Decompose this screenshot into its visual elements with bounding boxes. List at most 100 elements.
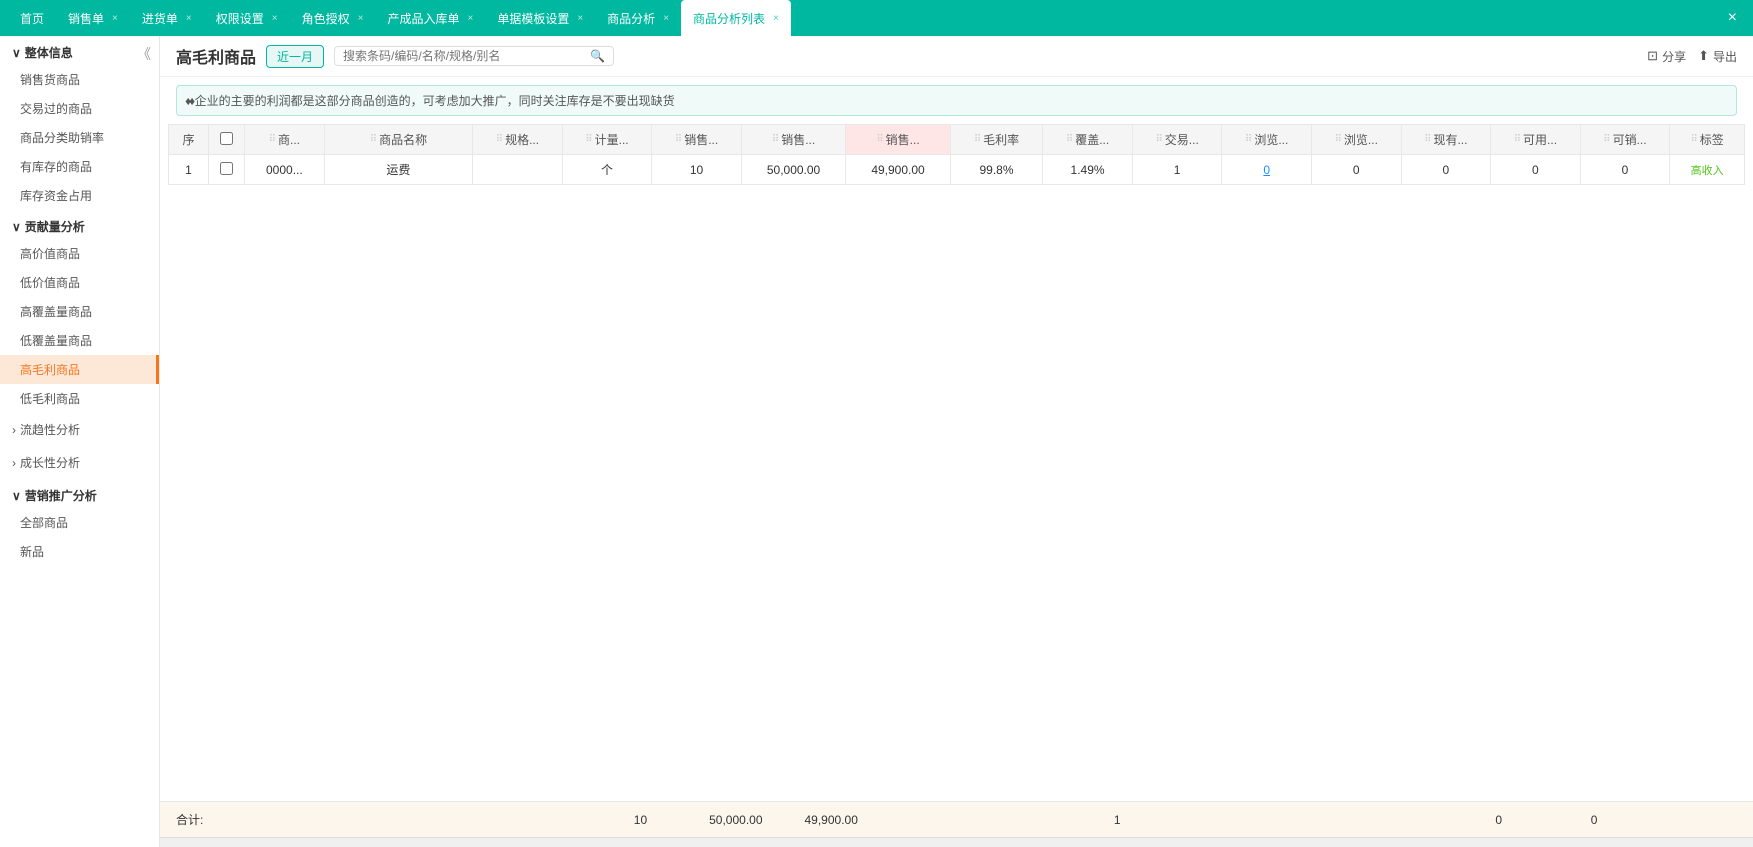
footer-sales-amount: 50,000.00	[688, 813, 783, 827]
footer-empty-browse	[1165, 813, 1260, 827]
chevron-right-icon: ›	[12, 423, 16, 437]
sidebar: 《 ∨ 整体信息 销售货商品 交易过的商品 商品分类助销率 有库存的商品 库存资…	[0, 36, 160, 847]
sidebar-group-contribution[interactable]: ∨ 贡献量分析	[0, 210, 159, 239]
close-icon[interactable]: ×	[112, 13, 118, 24]
cell-transactions: 1	[1132, 155, 1222, 185]
col-code[interactable]: ⠿ 商...	[245, 125, 325, 155]
chevron-down-icon: ∨	[12, 46, 21, 60]
footer-available: 0	[1451, 813, 1546, 827]
cell-seq: 1	[169, 155, 209, 185]
resize-icon: ⠿	[772, 134, 779, 145]
sidebar-item-low-margin[interactable]: 低毛利商品	[0, 384, 159, 413]
sidebar-item-traded-goods[interactable]: 交易过的商品	[0, 94, 159, 123]
cell-checkbox[interactable]	[209, 155, 245, 185]
content-area: 高毛利商品 近一月 🔍 ⊡ 分享 ⬆ 导出 ♦ ♦ 企业的主要的利润都是这部分商…	[160, 36, 1753, 847]
resize-icon: ⠿	[496, 134, 503, 145]
col-checkbox[interactable]	[209, 125, 245, 155]
info-text: ♦ 企业的主要的利润都是这部分商品创造的，可考虑加大推广，同时关注库存是不要出现…	[185, 92, 674, 109]
nav-tab-analysis[interactable]: 商品分析 ×	[595, 0, 681, 36]
tag-label: 高收入	[1691, 165, 1724, 177]
nav-tab-sales[interactable]: 销售单 ×	[56, 0, 130, 36]
top-nav: 首页 销售单 × 进货单 × 权限设置 × 角色授权 × 产成品入库单 × 单据…	[0, 0, 1753, 36]
sidebar-group-growth[interactable]: › 成长性分析	[0, 446, 159, 479]
nav-tab-permissions[interactable]: 权限设置 ×	[204, 0, 290, 36]
close-icon[interactable]: ×	[663, 13, 669, 24]
cell-browse1[interactable]: 0	[1222, 155, 1312, 185]
cell-sales-amount: 50,000.00	[741, 155, 845, 185]
cell-browse2: 0	[1311, 155, 1401, 185]
nav-tab-purchase[interactable]: 进货单 ×	[130, 0, 204, 36]
sidebar-item-all-goods[interactable]: 全部商品	[0, 508, 159, 537]
table-wrapper[interactable]: 序 ⠿ 商... ⠿	[160, 124, 1753, 801]
sidebar-item-low-value[interactable]: 低价值商品	[0, 268, 159, 297]
sidebar-group-overall[interactable]: ∨ 整体信息	[0, 36, 159, 65]
col-gross-margin[interactable]: ⠿ 毛利率	[950, 125, 1043, 155]
close-icon[interactable]: ×	[577, 13, 583, 24]
resize-icon: ⠿	[675, 134, 682, 145]
col-transactions[interactable]: ⠿ 交易...	[1132, 125, 1222, 155]
cell-code: 0000...	[245, 155, 325, 185]
search-input[interactable]	[343, 49, 586, 63]
sidebar-collapse-button[interactable]: 《	[137, 44, 151, 64]
sidebar-item-sales-goods[interactable]: 销售货商品	[0, 65, 159, 94]
window-close-button[interactable]: ×	[1720, 9, 1745, 27]
resize-icon: ⠿	[1690, 134, 1697, 145]
sidebar-group-marketing[interactable]: ∨ 营销推广分析	[0, 479, 159, 508]
nav-tab-roles[interactable]: 角色授权 ×	[290, 0, 376, 36]
footer-empty-margin	[879, 813, 974, 827]
col-available[interactable]: ⠿ 可用...	[1491, 125, 1581, 155]
cell-current-stock: 0	[1401, 155, 1491, 185]
chevron-down-icon: ∨	[12, 220, 21, 234]
sidebar-item-new-goods[interactable]: 新品	[0, 537, 159, 566]
footer-cell-empty4	[497, 813, 592, 827]
nav-tab-inbound[interactable]: 产成品入库单 ×	[375, 0, 485, 36]
browse1-link[interactable]: 0	[1263, 163, 1270, 177]
col-sellable[interactable]: ⠿ 可销...	[1580, 125, 1670, 155]
sidebar-item-category-sales-rate[interactable]: 商品分类助销率	[0, 123, 159, 152]
resize-icon: ⠿	[269, 134, 276, 145]
sidebar-item-low-coverage[interactable]: 低覆盖量商品	[0, 326, 159, 355]
filter-month-button[interactable]: 近一月	[266, 45, 324, 68]
info-banner: ♦ ♦ 企业的主要的利润都是这部分商品创造的，可考虑加大推广，同时关注库存是不要…	[176, 85, 1737, 116]
nav-tab-home[interactable]: 首页	[8, 0, 56, 36]
resize-icon: ⠿	[876, 134, 883, 145]
nav-tab-analysis-list[interactable]: 商品分析列表 ×	[681, 0, 791, 36]
nav-tab-template[interactable]: 单据模板设置 ×	[485, 0, 595, 36]
col-name[interactable]: ⠿ 商品名称	[324, 125, 472, 155]
col-sales-qty[interactable]: ⠿ 销售...	[652, 125, 742, 155]
close-icon[interactable]: ×	[272, 13, 278, 24]
cell-sales-cost: 49,900.00	[846, 155, 950, 185]
sidebar-item-high-coverage[interactable]: 高覆盖量商品	[0, 297, 159, 326]
sidebar-item-high-margin[interactable]: 高毛利商品	[0, 355, 159, 384]
sidebar-group-trend[interactable]: › 流趋性分析	[0, 413, 159, 446]
col-sales-amount[interactable]: ⠿ 销售...	[741, 125, 845, 155]
sidebar-item-inventory-capital[interactable]: 库存资金占用	[0, 181, 159, 210]
close-icon[interactable]: ×	[358, 13, 364, 24]
col-browse2[interactable]: ⠿ 浏览...	[1311, 125, 1401, 155]
col-browse1[interactable]: ⠿ 浏览...	[1222, 125, 1312, 155]
close-icon[interactable]: ×	[467, 13, 473, 24]
footer-sales-cost: 49,900.00	[784, 813, 879, 827]
col-tag[interactable]: ⠿ 标签	[1670, 125, 1745, 155]
col-sales-cost[interactable]: ⠿ 销售...	[846, 125, 950, 155]
export-button[interactable]: ⬆ 导出	[1698, 48, 1737, 65]
cell-available: 0	[1491, 155, 1581, 185]
resize-icon: ⠿	[974, 134, 981, 145]
col-current-stock[interactable]: ⠿ 现有...	[1401, 125, 1491, 155]
cell-sales-qty: 10	[652, 155, 742, 185]
sidebar-item-high-value[interactable]: 高价值商品	[0, 239, 159, 268]
col-coverage[interactable]: ⠿ 覆盖...	[1043, 125, 1133, 155]
share-button[interactable]: ⊡ 分享	[1647, 48, 1686, 65]
row-checkbox[interactable]	[220, 162, 233, 175]
page-title: 高毛利商品	[176, 44, 256, 68]
col-unit[interactable]: ⠿ 计量...	[562, 125, 652, 155]
cell-coverage: 1.49%	[1043, 155, 1133, 185]
close-icon[interactable]: ×	[186, 13, 192, 24]
col-spec[interactable]: ⠿ 规格...	[473, 125, 563, 155]
sidebar-item-in-stock-goods[interactable]: 有库存的商品	[0, 152, 159, 181]
close-icon[interactable]: ×	[773, 13, 779, 24]
resize-icon: ⠿	[1066, 134, 1073, 145]
horizontal-scrollbar[interactable]	[160, 837, 1753, 847]
select-all-checkbox[interactable]	[220, 132, 233, 145]
search-icon[interactable]: 🔍	[590, 49, 605, 63]
